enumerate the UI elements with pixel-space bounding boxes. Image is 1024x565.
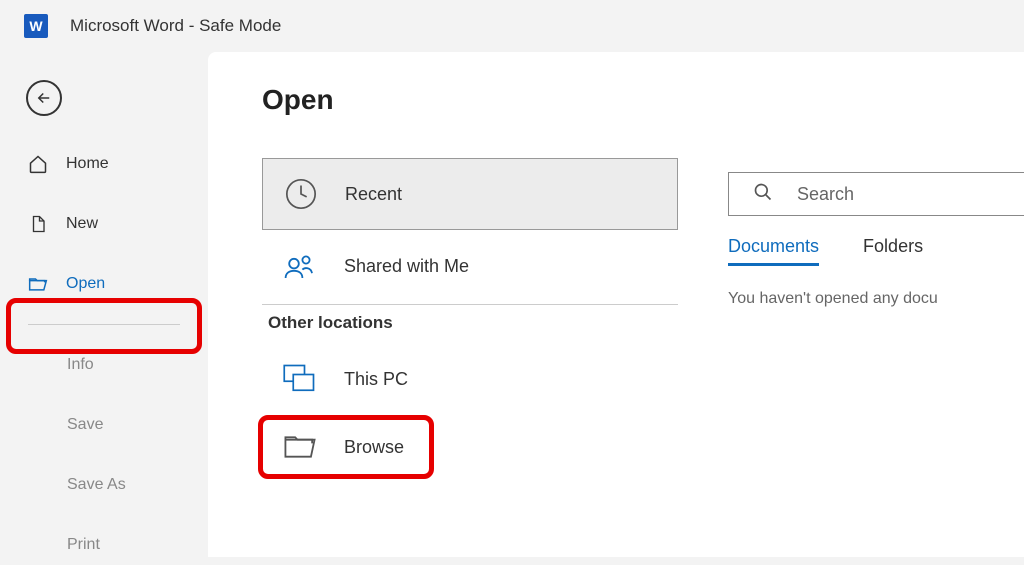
clock-icon xyxy=(283,176,319,212)
page-title: Open xyxy=(262,84,678,116)
sidebar-divider xyxy=(28,324,180,325)
sidebar-item-save-as[interactable]: Save As xyxy=(0,465,208,505)
empty-state-message: You haven't opened any docu xyxy=(728,290,1024,308)
tab-documents[interactable]: Documents xyxy=(728,236,819,266)
window-title: Microsoft Word - Safe Mode xyxy=(70,16,281,36)
sidebar-item-save[interactable]: Save xyxy=(0,405,208,445)
right-column: Search Documents Folders You haven't ope… xyxy=(728,84,1024,557)
location-shared-with-me[interactable]: Shared with Me xyxy=(262,230,678,302)
sidebar-item-info[interactable]: Info xyxy=(0,345,208,385)
sidebar-item-label: Info xyxy=(67,356,94,374)
sidebar-item-new[interactable]: New xyxy=(0,204,208,244)
sidebar-item-open[interactable]: Open xyxy=(0,264,208,304)
home-icon xyxy=(28,154,48,174)
document-icon xyxy=(28,214,48,234)
location-this-pc[interactable]: This PC xyxy=(262,343,678,415)
sidebar-item-label: Open xyxy=(66,275,105,293)
folder-open-icon xyxy=(28,274,48,294)
folder-icon xyxy=(282,429,318,465)
title-bar: W Microsoft Word - Safe Mode xyxy=(0,0,1024,52)
location-label: This PC xyxy=(344,369,408,390)
sidebar-item-print[interactable]: Print xyxy=(0,525,208,565)
sidebar-item-label: New xyxy=(66,215,98,233)
sidebar-item-label: Print xyxy=(67,536,100,554)
open-column: Open Recent Shared with Me Other locatio… xyxy=(208,84,728,557)
sidebar-item-label: Save As xyxy=(67,476,126,494)
sidebar-item-label: Save xyxy=(67,416,103,434)
main-panel: Open Recent Shared with Me Other locatio… xyxy=(208,52,1024,557)
word-app-icon: W xyxy=(24,14,48,38)
search-placeholder: Search xyxy=(797,184,854,205)
search-input[interactable]: Search xyxy=(728,172,1024,216)
location-label: Shared with Me xyxy=(344,256,469,277)
sidebar-item-home[interactable]: Home xyxy=(0,144,208,184)
arrow-left-icon xyxy=(35,89,53,107)
computer-icon xyxy=(282,361,318,397)
content-area: Home New Open Info Save Save As Print xyxy=(0,52,1024,557)
other-locations-heading: Other locations xyxy=(268,313,678,333)
location-browse[interactable]: Browse xyxy=(262,415,404,479)
location-recent[interactable]: Recent xyxy=(262,158,678,230)
search-icon xyxy=(753,182,773,207)
tabs: Documents Folders xyxy=(728,236,1024,266)
location-label: Recent xyxy=(345,184,402,205)
tab-folders[interactable]: Folders xyxy=(863,236,923,266)
people-icon xyxy=(282,248,318,284)
sidebar-item-label: Home xyxy=(66,155,109,173)
sidebar: Home New Open Info Save Save As Print xyxy=(0,52,208,557)
location-label: Browse xyxy=(344,437,404,458)
back-button[interactable] xyxy=(26,80,62,116)
location-divider xyxy=(262,304,678,305)
